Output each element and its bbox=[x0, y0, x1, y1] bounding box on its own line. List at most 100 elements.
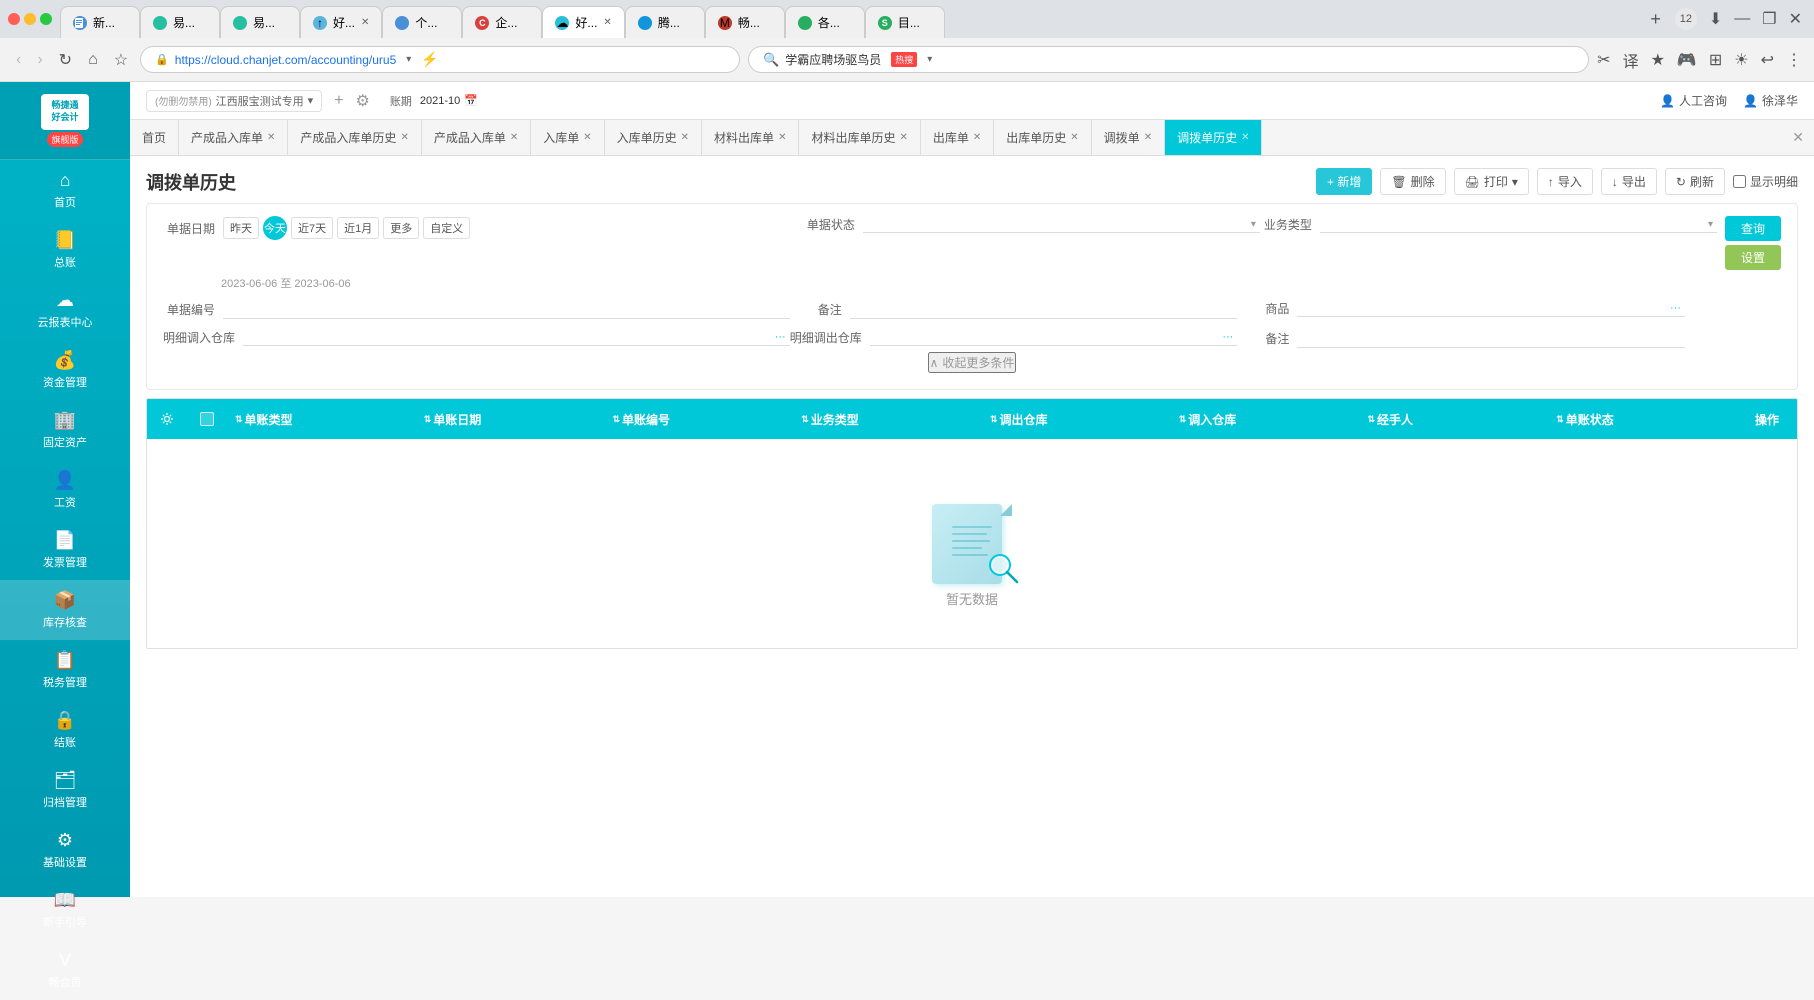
browser-tab-1[interactable]: 新... bbox=[60, 6, 140, 38]
th-doc-no[interactable]: ⇅ 单账编号 bbox=[605, 411, 794, 428]
sidebar-item-inventory[interactable]: 📦 库存核查 bbox=[0, 580, 130, 640]
close-icon[interactable]: ✕ bbox=[1785, 9, 1806, 29]
date-btn-7days[interactable]: 近7天 bbox=[291, 217, 333, 239]
home-button[interactable]: ⌂ bbox=[84, 47, 102, 73]
sidebar-item-member[interactable]: V 畅会员 bbox=[0, 940, 130, 1000]
page-tab-product-in-close[interactable]: ✕ bbox=[267, 132, 275, 143]
browser-tab-2[interactable]: 易... bbox=[140, 6, 220, 38]
minimize-icon[interactable]: — bbox=[1730, 10, 1754, 28]
browser-tab-5[interactable]: 个... bbox=[382, 6, 462, 38]
grid-icon[interactable]: ⊞ bbox=[1709, 50, 1722, 70]
browser-tab-4[interactable]: ↑ 好... ✕ bbox=[300, 6, 382, 38]
restore-icon[interactable]: ❐ bbox=[1758, 9, 1780, 29]
page-tab-in-close[interactable]: ✕ bbox=[583, 132, 591, 143]
undo-icon[interactable]: ↩ bbox=[1761, 50, 1774, 70]
sidebar-item-settings[interactable]: ⚙ 基础设置 bbox=[0, 820, 130, 880]
query-button[interactable]: 查询 bbox=[1725, 216, 1781, 241]
remark2-filter-input[interactable] bbox=[1297, 329, 1685, 348]
scissors-icon[interactable]: ✂ bbox=[1597, 50, 1610, 70]
goods-filter-select[interactable]: ··· bbox=[1297, 300, 1685, 317]
page-tab-material-out-history[interactable]: 材料出库单历史 ✕ bbox=[799, 120, 920, 156]
page-tab-transfer[interactable]: 调拨单 ✕ bbox=[1092, 120, 1165, 156]
browser-tab-11[interactable]: S 目... bbox=[865, 6, 945, 38]
customer-service-btn[interactable]: 👤 人工咨询 bbox=[1660, 92, 1727, 109]
new-tab-button[interactable]: + bbox=[1644, 9, 1667, 30]
tab-bar-close-all[interactable]: ✕ bbox=[1782, 129, 1814, 146]
th-transfer-out[interactable]: ⇅ 调出仓库 bbox=[982, 411, 1171, 428]
date-btn-custom[interactable]: 自定义 bbox=[423, 217, 470, 239]
remark-filter-input[interactable] bbox=[850, 300, 1238, 319]
page-tab-in[interactable]: 入库单 ✕ bbox=[531, 120, 604, 156]
sidebar-item-home[interactable]: ⌂ 首页 bbox=[0, 160, 130, 220]
settings-filter-button[interactable]: 设置 bbox=[1725, 245, 1781, 270]
th-transfer-in[interactable]: ⇅ 调入仓库 bbox=[1171, 411, 1360, 428]
detail-in-more-btn[interactable]: ··· bbox=[775, 331, 786, 343]
docno-filter-input[interactable] bbox=[223, 300, 790, 319]
page-tab-transfer-history-close[interactable]: ✕ bbox=[1241, 132, 1249, 143]
date-btn-today[interactable]: 今天 bbox=[263, 216, 287, 240]
game-icon[interactable]: 🎮 bbox=[1677, 50, 1697, 70]
browser-tab-9[interactable]: M 畅... bbox=[705, 6, 785, 38]
star-icon[interactable]: ★ bbox=[1651, 50, 1665, 70]
sidebar-item-salary[interactable]: 👤 工资 bbox=[0, 460, 130, 520]
import-button[interactable]: ↑ 导入 bbox=[1537, 168, 1593, 195]
date-btn-1month[interactable]: 近1月 bbox=[337, 217, 379, 239]
page-tab-out-close[interactable]: ✕ bbox=[973, 132, 981, 143]
sidebar-item-reports[interactable]: ☁ 云报表中心 bbox=[0, 280, 130, 340]
sidebar-item-guide[interactable]: 📖 新手引导 bbox=[0, 880, 130, 940]
sidebar-item-invoice[interactable]: 📄 发票管理 bbox=[0, 520, 130, 580]
page-tab-home[interactable]: 首页 bbox=[130, 120, 179, 156]
th-doc-status[interactable]: ⇅ 单账状态 bbox=[1548, 411, 1737, 428]
sidebar-item-closing[interactable]: 🔒 结账 bbox=[0, 700, 130, 760]
th-business-type[interactable]: ⇅ 业务类型 bbox=[793, 411, 982, 428]
period-value[interactable]: 2021-10 📅 bbox=[420, 94, 478, 107]
delete-button[interactable]: 🗑 删除 bbox=[1380, 168, 1445, 195]
page-tab-transfer-history[interactable]: 调拨单历史 ✕ bbox=[1165, 120, 1262, 156]
window-close-btn[interactable] bbox=[8, 13, 20, 25]
detail-out-filter-select[interactable]: ··· bbox=[870, 329, 1238, 346]
page-tab-product-in2-close[interactable]: ✕ bbox=[510, 132, 518, 143]
brightness-icon[interactable]: ☀ bbox=[1734, 50, 1748, 70]
date-btn-more[interactable]: 更多 bbox=[383, 217, 419, 239]
refresh-button[interactable]: ↻ 刷新 bbox=[1665, 168, 1725, 195]
status-filter-select[interactable]: ▾ bbox=[863, 217, 1260, 233]
new-button[interactable]: + 新增 bbox=[1316, 168, 1372, 195]
export-button[interactable]: ↓ 导出 bbox=[1601, 168, 1657, 195]
sidebar-item-assets[interactable]: 🏢 固定资产 bbox=[0, 400, 130, 460]
page-tab-out-history-close[interactable]: ✕ bbox=[1070, 132, 1078, 143]
back-button[interactable]: ‹ bbox=[12, 47, 25, 73]
page-tab-material-out-close[interactable]: ✕ bbox=[778, 132, 786, 143]
reload-button[interactable]: ↻ bbox=[55, 46, 76, 74]
search-bar[interactable]: 🔍 学霸应聘场驱鸟员 热搜 ▾ bbox=[748, 46, 1589, 73]
page-tab-out-history[interactable]: 出库单历史 ✕ bbox=[994, 120, 1091, 156]
business-type-filter-select[interactable]: ▾ bbox=[1320, 217, 1717, 233]
detail-in-filter-select[interactable]: ··· bbox=[243, 329, 790, 346]
page-tab-in-history-close[interactable]: ✕ bbox=[681, 132, 689, 143]
forward-button[interactable]: › bbox=[33, 47, 46, 73]
page-tab-product-in-history-close[interactable]: ✕ bbox=[400, 132, 408, 143]
page-tab-out[interactable]: 出库单 ✕ bbox=[921, 120, 994, 156]
browser-tab-3[interactable]: 易... bbox=[220, 6, 300, 38]
show-detail-checkbox[interactable] bbox=[1733, 175, 1746, 188]
browser-tab-10[interactable]: 各... bbox=[785, 6, 865, 38]
page-tab-product-in[interactable]: 产成品入库单 ✕ bbox=[179, 120, 288, 156]
browser-tab-8[interactable]: 腾... bbox=[625, 6, 705, 38]
browser-tab-7[interactable]: ☁ 好... ✕ bbox=[542, 6, 624, 38]
menu-icon[interactable]: ⋮ bbox=[1786, 50, 1802, 70]
browser-tab-6[interactable]: C 企... bbox=[462, 6, 542, 38]
company-settings-icon[interactable]: ⚙ bbox=[356, 91, 370, 111]
company-select[interactable]: (勿删勿禁用) 江西服宝测试专用 ▾ bbox=[146, 90, 322, 112]
collapse-button[interactable]: ∧ 收起更多条件 bbox=[928, 352, 1017, 373]
add-company-button[interactable]: + bbox=[334, 92, 343, 110]
sidebar-item-tax[interactable]: 📋 税务管理 bbox=[0, 640, 130, 700]
th-handler[interactable]: ⇅ 经手人 bbox=[1360, 411, 1549, 428]
th-doc-type[interactable]: ⇅ 单账类型 bbox=[227, 411, 416, 428]
sidebar-item-funds[interactable]: 💰 资金管理 bbox=[0, 340, 130, 400]
window-minimize-btn[interactable] bbox=[24, 13, 36, 25]
address-extra-icon[interactable]: ⚡ bbox=[421, 51, 438, 68]
th-settings[interactable] bbox=[147, 412, 187, 426]
th-doc-date[interactable]: ⇅ 单账日期 bbox=[416, 411, 605, 428]
page-tab-in-history[interactable]: 入库单历史 ✕ bbox=[605, 120, 702, 156]
print-button[interactable]: 🖨 打印 ▾ bbox=[1454, 168, 1529, 195]
user-menu[interactable]: 👤 徐泽华 bbox=[1743, 92, 1798, 109]
